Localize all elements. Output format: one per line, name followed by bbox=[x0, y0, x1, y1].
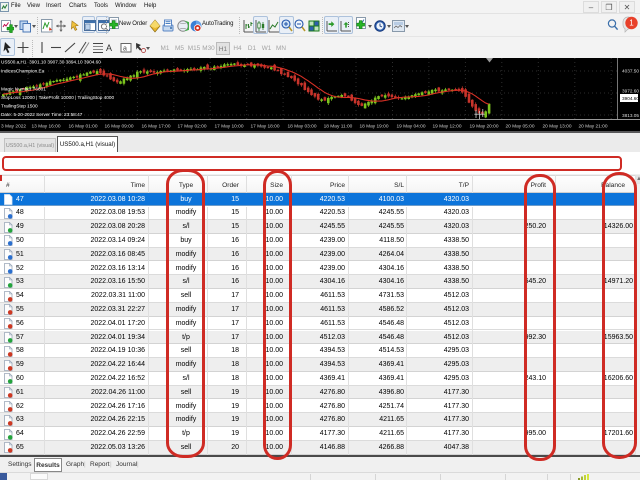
svg-text:US500.a,H1 3901.10 3907.30 38: US500.a,H1 3901.10 3907.30 3894.10 3904.… bbox=[1, 60, 101, 65]
svg-text:20 May 13:00: 20 May 13:00 bbox=[542, 124, 571, 130]
svg-text:3813.05: 3813.05 bbox=[622, 113, 639, 118]
svg-text:16 May 01:00: 16 May 01:00 bbox=[68, 124, 97, 130]
svg-text:3 May 2022: 3 May 2022 bbox=[1, 124, 26, 130]
svg-text:19 May 04:00: 19 May 04:00 bbox=[396, 124, 425, 130]
svg-text:18 May 11:00: 18 May 11:00 bbox=[324, 124, 353, 130]
svg-text:19 May 20:00: 19 May 20:00 bbox=[469, 124, 498, 130]
svg-text:3972.60: 3972.60 bbox=[622, 89, 639, 94]
svg-text:StopLoss 12000 | TakeProfit 10: StopLoss 12000 | TakeProfit 10000 | Trai… bbox=[1, 95, 114, 100]
svg-text:20 May 21:00: 20 May 21:00 bbox=[578, 124, 607, 130]
svg-text:Date: 5-20-2022 Server Time: 2: Date: 5-20-2022 Server Time: 23:58:47 bbox=[1, 112, 83, 117]
svg-text:20 May 05:00: 20 May 05:00 bbox=[505, 124, 534, 130]
svg-text:IndicesChampion.Ea: IndicesChampion.Ea bbox=[1, 69, 45, 74]
svg-text:16 May 09:00: 16 May 09:00 bbox=[104, 124, 133, 130]
svg-text:3904.60: 3904.60 bbox=[622, 96, 639, 101]
svg-text:18 May 19:00: 18 May 19:00 bbox=[359, 124, 388, 130]
svg-text:18 May 03:00: 18 May 03:00 bbox=[287, 124, 316, 130]
svg-text:17 May 02:00: 17 May 02:00 bbox=[177, 124, 206, 130]
svg-text:17 May 18:00: 17 May 18:00 bbox=[250, 124, 279, 130]
svg-text:1: 1 bbox=[629, 19, 634, 28]
svg-text:19 May 12:00: 19 May 12:00 bbox=[432, 124, 461, 130]
svg-text:4037.50: 4037.50 bbox=[622, 69, 639, 74]
svg-text:a: a bbox=[123, 46, 127, 53]
svg-text:16 May 17:00: 16 May 17:00 bbox=[141, 124, 170, 130]
svg-text:13 May 16:00: 13 May 16:00 bbox=[31, 124, 60, 130]
svg-text:TrailingStep 1500: TrailingStep 1500 bbox=[1, 104, 38, 109]
svg-text:17 May 10:00: 17 May 10:00 bbox=[214, 124, 243, 130]
svg-text:Magic Number 76801: Magic Number 76801 bbox=[1, 87, 46, 92]
